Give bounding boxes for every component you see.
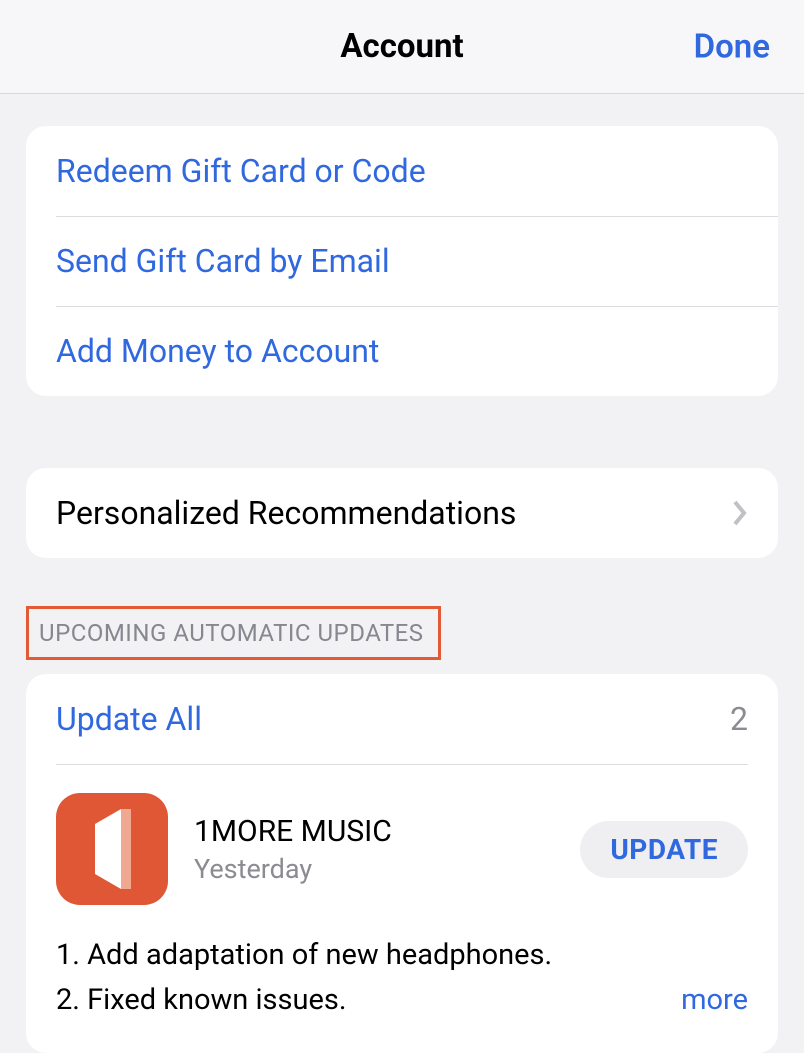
more-link[interactable]: more [665,978,748,1023]
page-title: Account [340,27,463,66]
app-icon [56,793,168,905]
app-name: 1MORE MUSIC [194,814,580,849]
chevron-right-icon [732,499,748,527]
redeem-gift-card-link[interactable]: Redeem Gift Card or Code [26,126,778,216]
release-notes: 1. Add adaptation of new headphones. 2. … [56,933,748,1023]
app-update-row: 1MORE MUSIC Yesterday UPDATE [56,765,748,909]
update-button[interactable]: UPDATE [580,821,748,878]
update-count: 2 [730,700,748,738]
updates-section: Update All 2 1MORE MUSIC Yesterday UPDAT… [26,674,778,1053]
gift-card-section: Redeem Gift Card or Code Send Gift Card … [26,126,778,396]
update-all-button[interactable]: Update All [56,700,202,738]
send-gift-card-link[interactable]: Send Gift Card by Email [26,216,778,306]
upcoming-updates-header: UPCOMING AUTOMATIC UPDATES [26,606,441,660]
done-button[interactable]: Done [694,27,770,66]
add-money-link[interactable]: Add Money to Account [26,306,778,396]
personalized-recommendations-row[interactable]: Personalized Recommendations [26,468,778,558]
release-notes-text: 1. Add adaptation of new headphones. 2. … [56,938,552,1017]
app-update-date: Yesterday [194,853,580,885]
personalized-recommendations-label: Personalized Recommendations [56,494,516,532]
